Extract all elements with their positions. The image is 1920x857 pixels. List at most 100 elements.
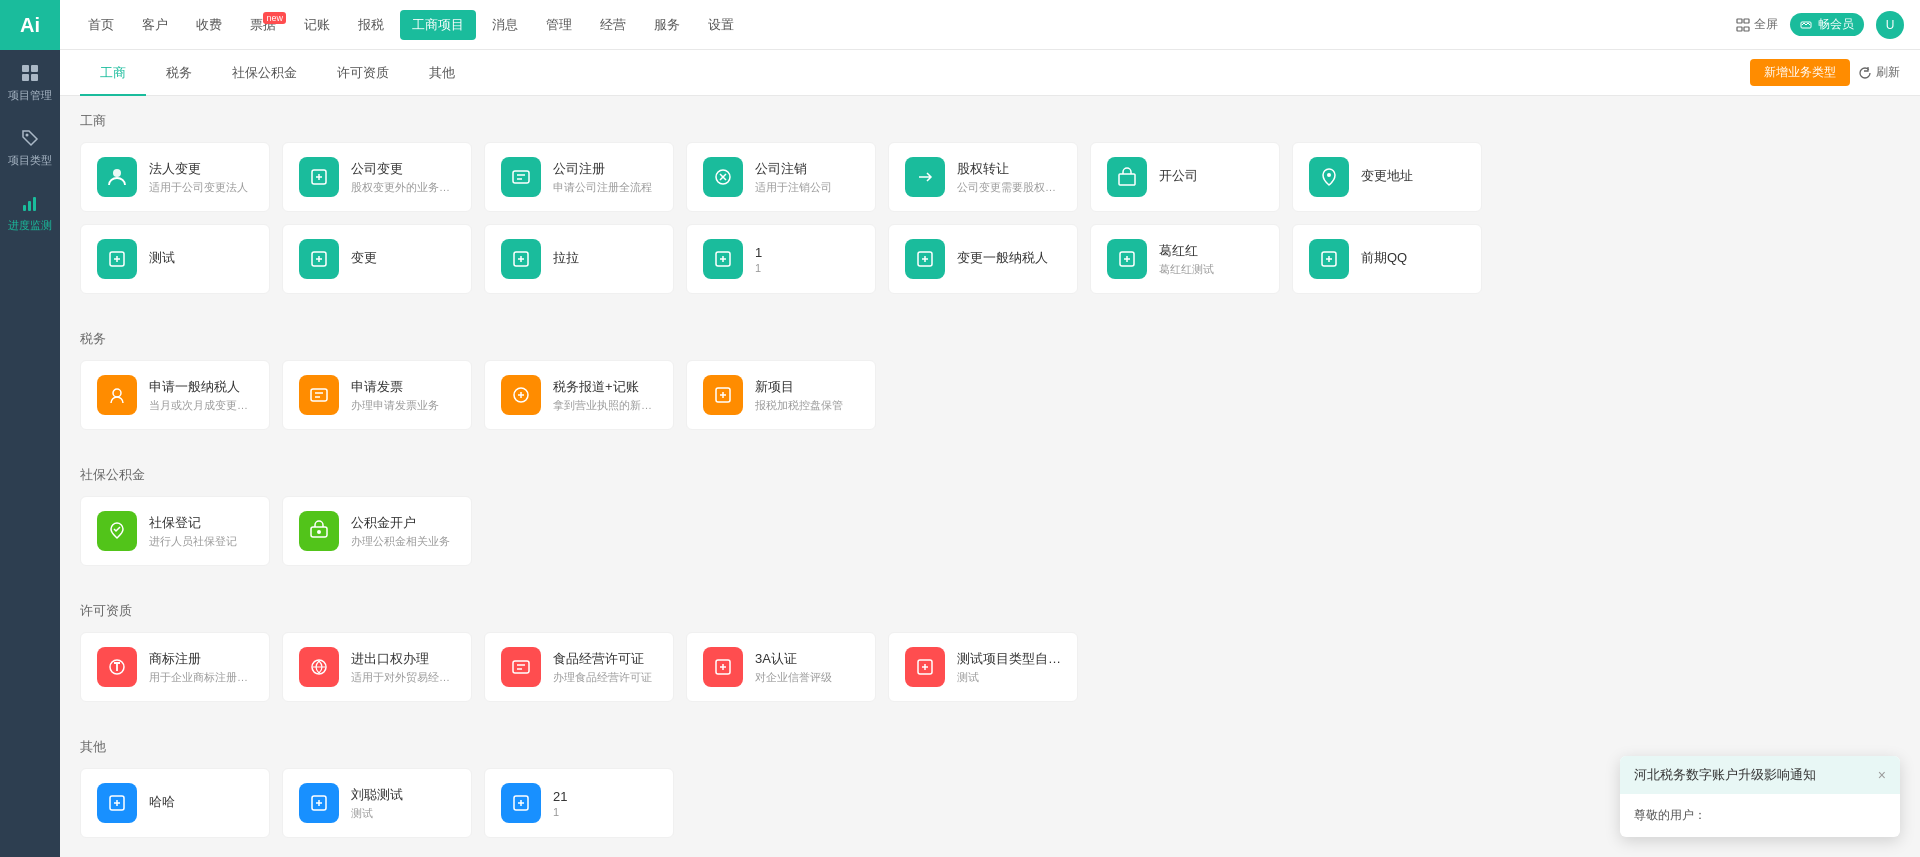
card-company-change[interactable]: 公司变更 股权变更外的业务变更 bbox=[282, 142, 472, 212]
svg-rect-7 bbox=[33, 197, 36, 211]
card-icon-fund bbox=[299, 511, 339, 551]
card-title-one: 1 bbox=[755, 245, 859, 260]
card-change2[interactable]: 变更 bbox=[282, 224, 472, 294]
card-icon-legal bbox=[97, 157, 137, 197]
vip-button[interactable]: 畅会员 bbox=[1790, 13, 1864, 36]
svg-rect-15 bbox=[513, 171, 529, 183]
card-apply-invoice[interactable]: 申请发票 办理申请发票业务 bbox=[282, 360, 472, 430]
nav-tax[interactable]: 报税 bbox=[346, 10, 396, 40]
nav-home[interactable]: 首页 bbox=[76, 10, 126, 40]
card-icon-change2 bbox=[299, 239, 339, 279]
card-title-trademark: 商标注册 bbox=[149, 650, 253, 668]
card-icon-test bbox=[97, 239, 137, 279]
section-industry-commerce: 工商 法人变更 适用于公司变更法人 bbox=[60, 96, 1920, 314]
card-text-tax-report: 税务报道+记账 拿到营业执照的新公司 bbox=[553, 378, 657, 413]
card-trademark[interactable]: 商标注册 用于企业商标注册服务 bbox=[80, 632, 270, 702]
card-import-export[interactable]: 进出口权办理 适用于对外贸易经营者 bbox=[282, 632, 472, 702]
card-desc-custom: 测试 bbox=[957, 670, 1061, 685]
tabs-actions: 新增业务类型 刷新 bbox=[1750, 59, 1900, 86]
card-qq[interactable]: 前期QQ bbox=[1292, 224, 1482, 294]
card-title-general-taxpayer: 变更一般纳税人 bbox=[957, 249, 1061, 267]
card-title-transfer: 股权转让 bbox=[957, 160, 1061, 178]
card-text-lc: 刘聪测试 测试 bbox=[351, 786, 455, 821]
card-new-project[interactable]: 新项目 报税加税控盘保管 bbox=[686, 360, 876, 430]
nav-operation[interactable]: 经营 bbox=[588, 10, 638, 40]
card-one[interactable]: 1 1 bbox=[686, 224, 876, 294]
card-icon-lc bbox=[299, 783, 339, 823]
card-desc-ge: 葛红红测试 bbox=[1159, 262, 1263, 277]
grid-icon bbox=[19, 62, 41, 84]
tab-industry-commerce[interactable]: 工商 bbox=[80, 50, 146, 96]
card-ge-honghong[interactable]: 葛红红 葛红红测试 bbox=[1090, 224, 1280, 294]
nav-service[interactable]: 服务 bbox=[642, 10, 692, 40]
card-21[interactable]: 21 1 bbox=[484, 768, 674, 838]
tab-social-insurance[interactable]: 社保公积金 bbox=[212, 50, 317, 96]
card-company-register[interactable]: 公司注册 申请公司注册全流程 bbox=[484, 142, 674, 212]
card-title-food: 食品经营许可证 bbox=[553, 650, 657, 668]
card-title-fund: 公积金开户 bbox=[351, 514, 455, 532]
card-food-license[interactable]: 食品经营许可证 办理食品经营许可证 bbox=[484, 632, 674, 702]
nav-message[interactable]: 消息 bbox=[480, 10, 530, 40]
social-cards-grid: 社保登记 进行人员社保登记 公积金开户 办理公积金相关业务 bbox=[80, 496, 1900, 566]
card-desc-transfer: 公司变更需要股权转让 bbox=[957, 180, 1061, 195]
card-open-company[interactable]: 开公司 bbox=[1090, 142, 1280, 212]
card-title-company-change: 公司变更 bbox=[351, 160, 455, 178]
card-icon-ie bbox=[299, 647, 339, 687]
card-text-lala: 拉拉 bbox=[553, 249, 657, 269]
card-custom-type[interactable]: 测试项目类型自定义 测试 bbox=[888, 632, 1078, 702]
svg-rect-9 bbox=[1744, 19, 1749, 23]
notification-header: 河北税务数字账户升级影响通知 × bbox=[1620, 756, 1900, 794]
sidebar-item-project-management[interactable]: 项目管理 bbox=[0, 50, 60, 115]
card-icon-open bbox=[1107, 157, 1147, 197]
card-test[interactable]: 测试 bbox=[80, 224, 270, 294]
nav-manage[interactable]: 管理 bbox=[534, 10, 584, 40]
nav-settings[interactable]: 设置 bbox=[696, 10, 746, 40]
card-equity-transfer[interactable]: 股权转让 公司变更需要股权转让 bbox=[888, 142, 1078, 212]
sidebar-items: 项目管理 项目类型 进度监测 bbox=[0, 50, 60, 245]
nav-tickets[interactable]: 票据 new bbox=[238, 10, 288, 40]
card-change-general-taxpayer[interactable]: 变更一般纳税人 bbox=[888, 224, 1078, 294]
card-title-new-project: 新项目 bbox=[755, 378, 859, 396]
card-3a-cert[interactable]: 3A认证 对企业信誉评级 bbox=[686, 632, 876, 702]
card-text-invoice: 申请发票 办理申请发票业务 bbox=[351, 378, 455, 413]
card-text-transfer: 股权转让 公司变更需要股权转让 bbox=[957, 160, 1061, 195]
card-desc-register: 申请公司注册全流程 bbox=[553, 180, 657, 195]
card-lala[interactable]: 拉拉 bbox=[484, 224, 674, 294]
card-text-social-reg: 社保登记 进行人员社保登记 bbox=[149, 514, 253, 549]
card-text-trademark: 商标注册 用于企业商标注册服务 bbox=[149, 650, 253, 685]
svg-rect-0 bbox=[22, 65, 29, 72]
notification-close-btn[interactable]: × bbox=[1878, 767, 1886, 783]
svg-rect-1 bbox=[31, 65, 38, 72]
card-desc-3a: 对企业信誉评级 bbox=[755, 670, 859, 685]
card-liucong-test[interactable]: 刘聪测试 测试 bbox=[282, 768, 472, 838]
user-avatar[interactable]: U bbox=[1876, 11, 1904, 39]
tab-tax[interactable]: 税务 bbox=[146, 50, 212, 96]
fullscreen-label: 全屏 bbox=[1754, 16, 1778, 33]
sidebar-item-progress[interactable]: 进度监测 bbox=[0, 180, 60, 245]
card-legal-person-change[interactable]: 法人变更 适用于公司变更法人 bbox=[80, 142, 270, 212]
card-desc-new-project: 报税加税控盘保管 bbox=[755, 398, 859, 413]
sidebar-item-project-type[interactable]: 项目类型 bbox=[0, 115, 60, 180]
nav-bizproject[interactable]: 工商项目 bbox=[400, 10, 476, 40]
license-cards-grid: 商标注册 用于企业商标注册服务 进出口权办理 适用于对外贸易经营者 bbox=[80, 632, 1900, 702]
card-title-haha: 哈哈 bbox=[149, 793, 253, 811]
nav-billing[interactable]: 收费 bbox=[184, 10, 234, 40]
nav-customer[interactable]: 客户 bbox=[130, 10, 180, 40]
card-change-address[interactable]: 变更地址 bbox=[1292, 142, 1482, 212]
nav-accounting[interactable]: 记账 bbox=[292, 10, 342, 40]
card-haha[interactable]: 哈哈 bbox=[80, 768, 270, 838]
notification-title: 河北税务数字账户升级影响通知 bbox=[1634, 766, 1816, 784]
card-tax-report[interactable]: 税务报道+记账 拿到营业执照的新公司 bbox=[484, 360, 674, 430]
card-company-cancel[interactable]: 公司注销 适用于注销公司 bbox=[686, 142, 876, 212]
tab-other[interactable]: 其他 bbox=[409, 50, 475, 96]
card-fund-account[interactable]: 公积金开户 办理公积金相关业务 bbox=[282, 496, 472, 566]
card-social-register[interactable]: 社保登记 进行人员社保登记 bbox=[80, 496, 270, 566]
refresh-button[interactable]: 刷新 bbox=[1858, 64, 1900, 81]
sidebar-item-project-type-label: 项目类型 bbox=[8, 153, 52, 168]
tab-license[interactable]: 许可资质 bbox=[317, 50, 409, 96]
card-apply-general-taxpayer[interactable]: 申请一般纳税人 当月或次月成变更完成 bbox=[80, 360, 270, 430]
fullscreen-btn[interactable]: 全屏 bbox=[1736, 16, 1778, 33]
svg-rect-8 bbox=[1737, 19, 1742, 23]
card-desc-ie: 适用于对外贸易经营者 bbox=[351, 670, 455, 685]
new-type-button[interactable]: 新增业务类型 bbox=[1750, 59, 1850, 86]
